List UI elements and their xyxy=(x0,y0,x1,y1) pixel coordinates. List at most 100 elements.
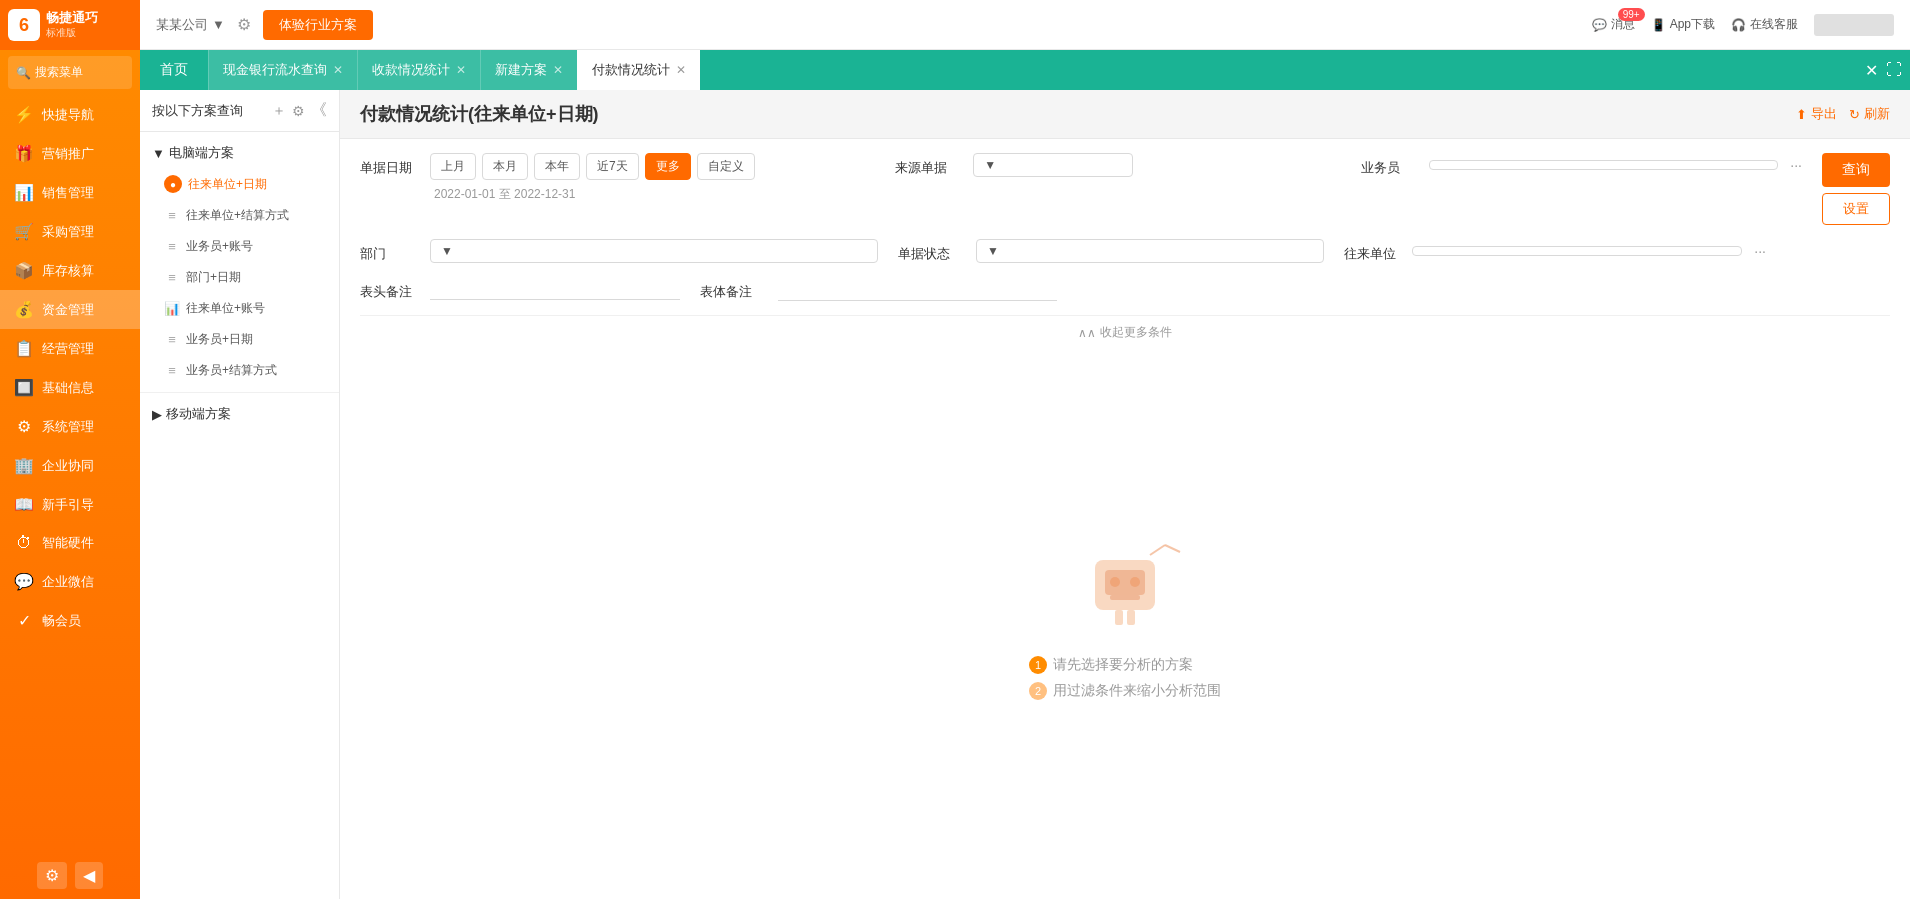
sidebar-item-wechat[interactable]: 💬企业微信 xyxy=(0,562,140,601)
scheme-list: ●往来单位+日期≡往来单位+结算方式≡业务员+账号≡部门+日期📊往来单位+账号≡… xyxy=(140,168,339,386)
status-select[interactable]: ▼ xyxy=(976,239,1324,263)
user-avatar[interactable] xyxy=(1814,14,1894,36)
sidebar-item-sales[interactable]: 📊销售管理 xyxy=(0,173,140,212)
date-btn-last7[interactable]: 近7天 xyxy=(586,153,639,180)
nav-label-hardware: 智能硬件 xyxy=(42,534,94,552)
salesman-select[interactable] xyxy=(1429,160,1779,170)
tab-close-receipt[interactable]: ✕ xyxy=(456,63,466,77)
app-download-action[interactable]: 📱 App下载 xyxy=(1651,16,1715,33)
settings-icon[interactable]: ⚙ xyxy=(237,15,251,34)
mobile-scheme-section: ▶ 移动端方案 xyxy=(140,392,339,435)
nav-label-enterprise: 企业协同 xyxy=(42,457,94,475)
dept-select[interactable]: ▼ xyxy=(430,239,878,263)
nav-icon-shortcut: ⚡ xyxy=(14,105,34,124)
tab-payment[interactable]: 付款情况统计 ✕ xyxy=(577,50,700,90)
desktop-section-header[interactable]: ▼ 电脑端方案 xyxy=(140,138,339,168)
status-label: 单据状态 xyxy=(898,239,968,263)
message-action[interactable]: 💬 消息 99+ xyxy=(1592,16,1635,33)
collapse-more-btn[interactable]: ∧∧ 收起更多条件 xyxy=(360,315,1890,349)
tab-new_scheme[interactable]: 新建方案✕ xyxy=(480,50,577,90)
active-dot: ● xyxy=(164,175,182,193)
tab-receipt[interactable]: 收款情况统计✕ xyxy=(357,50,480,90)
company-selector[interactable]: 某某公司 ▼ xyxy=(156,16,225,34)
sidebar-item-shortcut[interactable]: ⚡快捷导航 xyxy=(0,95,140,134)
add-scheme-btn[interactable]: ＋ xyxy=(272,102,286,120)
service-action[interactable]: 🎧 在线客服 xyxy=(1731,16,1798,33)
filter-row-3: 表头备注 表体备注 xyxy=(360,277,1890,301)
counterpart-select[interactable] xyxy=(1412,246,1742,256)
page-title: 付款情况统计(往来单位+日期) xyxy=(360,102,599,126)
close-all-tabs-btn[interactable]: ✕ xyxy=(1865,61,1878,80)
date-btn-this_month[interactable]: 本月 xyxy=(482,153,528,180)
scheme-item-salesman_account[interactable]: ≡业务员+账号 xyxy=(140,231,339,262)
sidebar-item-hardware[interactable]: ⏱智能硬件 xyxy=(0,524,140,562)
body-note-input[interactable] xyxy=(778,278,1057,301)
left-panel: 按以下方案查询 ＋ ⚙ 《 ▼ 电脑端方案 ●往来单位+日期≡往来单位+结算方式… xyxy=(140,90,340,899)
sidebar-item-enterprise[interactable]: 🏢企业协同 xyxy=(0,446,140,485)
sidebar-item-system[interactable]: ⚙系统管理 xyxy=(0,407,140,446)
right-main: 付款情况统计(往来单位+日期) ⬆ 导出 ↻ 刷新 单据日期 xyxy=(340,90,1910,899)
tab-label-payment: 付款情况统计 xyxy=(592,61,670,79)
nav-label-wechat: 企业微信 xyxy=(42,573,94,591)
status-select-arrow: ▼ xyxy=(987,244,999,258)
nav-label-system: 系统管理 xyxy=(42,418,94,436)
sidebar-item-operation[interactable]: 📋经营管理 xyxy=(0,329,140,368)
date-btn-this_year[interactable]: 本年 xyxy=(534,153,580,180)
tab-home[interactable]: 首页 xyxy=(140,50,208,90)
empty-illustration xyxy=(1065,540,1185,640)
sidebar-item-purchase[interactable]: 🛒采购管理 xyxy=(0,212,140,251)
manage-scheme-btn[interactable]: ⚙ xyxy=(292,103,305,119)
panel-header-icons: ＋ ⚙ 《 xyxy=(272,100,327,121)
counterpart-more-btn[interactable]: ··· xyxy=(1750,243,1770,259)
svg-rect-6 xyxy=(1127,610,1135,625)
mobile-arrow-icon: ▶ xyxy=(152,407,162,422)
empty-step1-text: 请先选择要分析的方案 xyxy=(1053,656,1193,674)
sidebar-item-guide[interactable]: 📖新手引导 xyxy=(0,485,140,524)
sidebar-item-finance[interactable]: 💰资金管理 xyxy=(0,290,140,329)
search-icon: 🔍 xyxy=(16,66,31,80)
tab-bank[interactable]: 现金银行流水查询✕ xyxy=(208,50,357,90)
empty-text-list: 1 请先选择要分析的方案 2 用过滤条件来缩小分析范围 xyxy=(1029,656,1221,708)
query-btn[interactable]: 查询 xyxy=(1822,153,1890,187)
scheme-icon-salesman_date: ≡ xyxy=(164,332,180,347)
source-select[interactable]: ▼ xyxy=(973,153,1133,177)
logo-sub: 标准版 xyxy=(46,26,98,40)
export-btn[interactable]: ⬆ 导出 xyxy=(1796,105,1837,123)
date-btn-more[interactable]: 更多 xyxy=(645,153,691,180)
refresh-label: 刷新 xyxy=(1864,105,1890,123)
scheme-item-unit_settle[interactable]: ≡往来单位+结算方式 xyxy=(140,200,339,231)
sidebar-item-basic[interactable]: 🔲基础信息 xyxy=(0,368,140,407)
tab-close-bank[interactable]: ✕ xyxy=(333,63,343,77)
salesman-more-btn[interactable]: ··· xyxy=(1786,157,1806,173)
settings-btn[interactable]: 设置 xyxy=(1822,193,1890,225)
dropdown-icon: ▼ xyxy=(212,17,225,32)
search-menu-item[interactable]: 🔍 搜索菜单 xyxy=(8,56,132,89)
empty-state: 1 请先选择要分析的方案 2 用过滤条件来缩小分析范围 xyxy=(340,349,1910,899)
date-btn-last_month[interactable]: 上月 xyxy=(430,153,476,180)
nav-label-purchase: 采购管理 xyxy=(42,223,94,241)
sidebar-item-inventory[interactable]: 📦库存核算 xyxy=(0,251,140,290)
collapse-sidebar-btn[interactable]: ◀ xyxy=(75,862,103,889)
salesman-label: 业务员 xyxy=(1361,153,1421,177)
refresh-btn[interactable]: ↻ 刷新 xyxy=(1849,105,1890,123)
sidebar-item-vip[interactable]: ✓畅会员 xyxy=(0,601,140,640)
date-btn-custom[interactable]: 自定义 xyxy=(697,153,755,180)
filter-row-2: 部门 ▼ 单据状态 ▼ 往来单位 ··· xyxy=(360,239,1890,263)
scheme-item-unit_account[interactable]: 📊往来单位+账号 xyxy=(140,293,339,324)
trial-btn[interactable]: 体验行业方案 xyxy=(263,10,373,40)
tab-close-payment[interactable]: ✕ xyxy=(676,63,686,77)
tab-close-new_scheme[interactable]: ✕ xyxy=(553,63,563,77)
settings-bottom-btn[interactable]: ⚙ xyxy=(37,862,67,889)
mobile-section-header[interactable]: ▶ 移动端方案 xyxy=(140,399,339,429)
sidebar-item-marketing[interactable]: 🎁营销推广 xyxy=(0,134,140,173)
left-panel-header: 按以下方案查询 ＋ ⚙ 《 xyxy=(140,90,339,132)
collapse-panel-btn[interactable]: 《 xyxy=(311,100,327,121)
header-note-input[interactable] xyxy=(430,277,680,300)
date-label: 单据日期 xyxy=(360,153,430,177)
scheme-item-salesman_date[interactable]: ≡业务员+日期 xyxy=(140,324,339,355)
maximize-btn[interactable]: ⛶ xyxy=(1886,61,1902,79)
scheme-item-dept_date[interactable]: ≡部门+日期 xyxy=(140,262,339,293)
scheme-item-unit_date[interactable]: ●往来单位+日期 xyxy=(140,168,339,200)
logo-text: 畅捷通巧 xyxy=(46,10,98,27)
scheme-item-salesman_settle[interactable]: ≡业务员+结算方式 xyxy=(140,355,339,386)
